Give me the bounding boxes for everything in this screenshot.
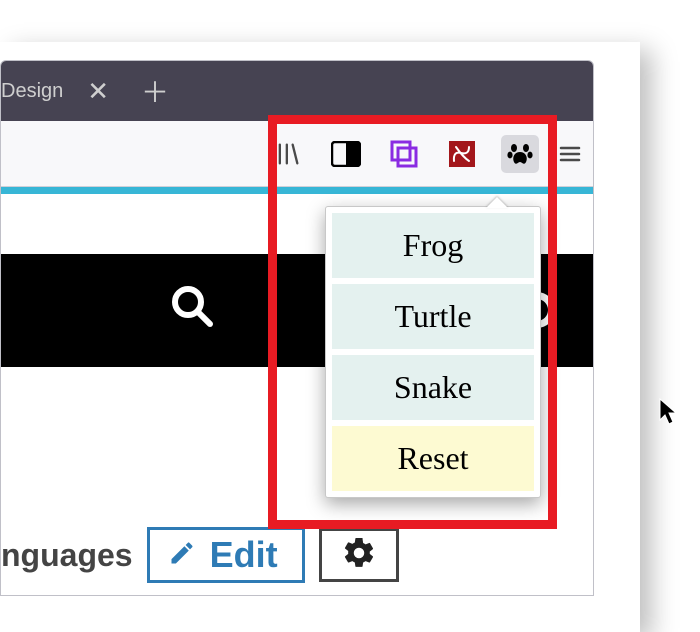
- edit-button[interactable]: Edit: [147, 527, 305, 583]
- browser-tab[interactable]: Design ✕: [1, 61, 125, 121]
- browser-toolbar: [1, 121, 593, 187]
- plus-icon: ＋: [141, 71, 169, 111]
- pdf-icon[interactable]: [443, 135, 481, 173]
- tab-title: Design: [1, 80, 63, 103]
- containers-icon[interactable]: [385, 135, 423, 173]
- accent-bar: [1, 187, 593, 194]
- popup-option-turtle[interactable]: Turtle: [332, 284, 534, 349]
- page-action-bar: nguages Edit: [1, 515, 593, 595]
- close-icon[interactable]: ✕: [83, 74, 113, 108]
- popup-option-snake[interactable]: Snake: [332, 355, 534, 420]
- library-icon[interactable]: [269, 135, 307, 173]
- browser-tabbar: Design ✕ ＋: [1, 61, 593, 121]
- new-tab-button[interactable]: ＋: [125, 71, 185, 111]
- menu-icon[interactable]: [559, 135, 581, 173]
- edit-label: Edit: [210, 534, 278, 576]
- search-icon[interactable]: [170, 284, 216, 335]
- languages-label: nguages: [1, 537, 137, 574]
- paw-icon[interactable]: [501, 135, 539, 173]
- cursor-icon: [659, 398, 679, 431]
- pencil-icon: [168, 534, 196, 576]
- extension-popup: Frog Turtle Snake Reset: [325, 206, 541, 498]
- settings-button[interactable]: [319, 528, 399, 582]
- gear-icon: [341, 535, 377, 576]
- reader-icon[interactable]: [327, 135, 365, 173]
- popup-option-frog[interactable]: Frog: [332, 213, 534, 278]
- popup-reset[interactable]: Reset: [332, 426, 534, 491]
